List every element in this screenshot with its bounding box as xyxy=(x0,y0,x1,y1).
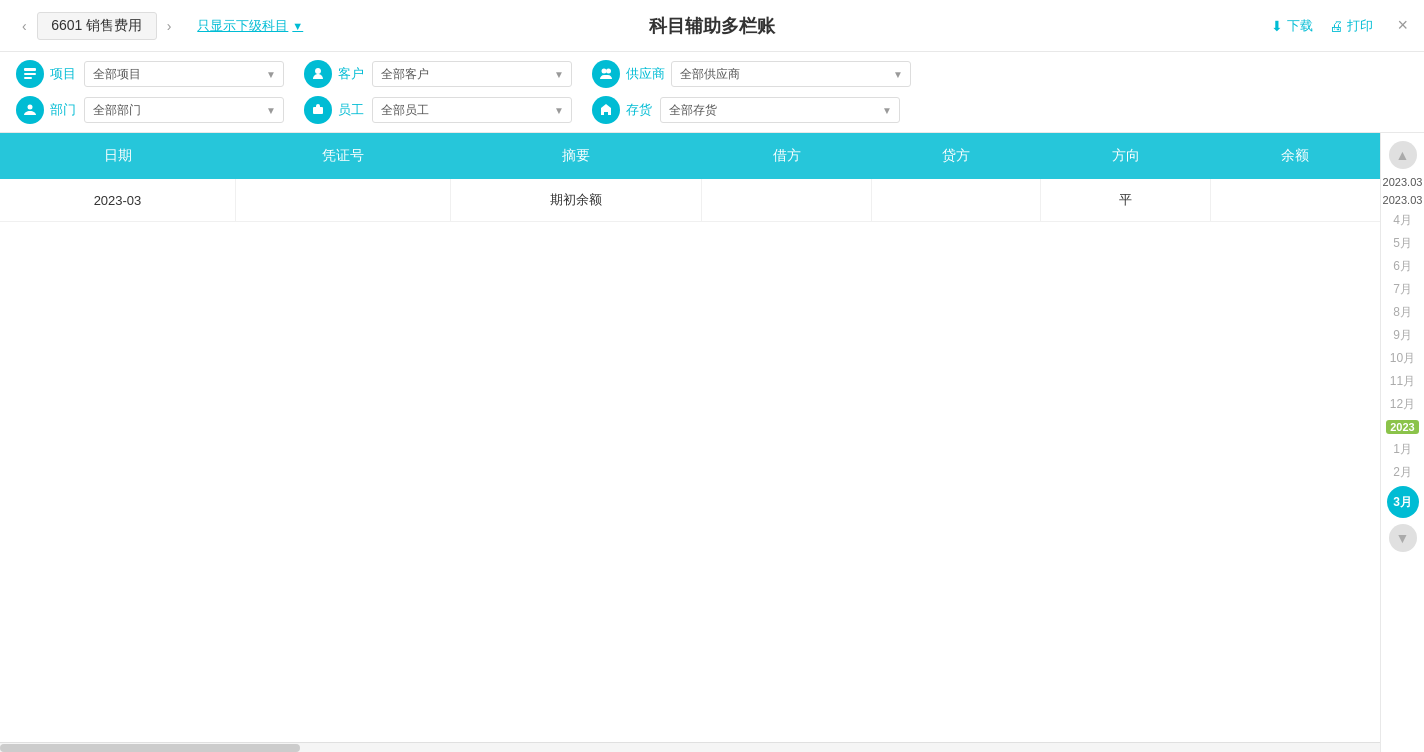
filter-toggle-label: 只显示下级科目 xyxy=(197,17,288,35)
print-button[interactable]: 🖨 打印 xyxy=(1329,17,1373,35)
chevron-down-icon: ▼ xyxy=(292,20,303,32)
year-badge[interactable]: 2023 xyxy=(1386,420,1418,434)
svg-rect-6 xyxy=(313,107,323,114)
svg-rect-0 xyxy=(24,68,36,71)
filter-bar: 项目 全部项目 客户 全部客户 xyxy=(0,52,1424,133)
supplier-icon xyxy=(592,60,620,88)
employee-select-wrapper: 全部员工 xyxy=(372,97,572,123)
filter-toggle-button[interactable]: 只显示下级科目 ▼ xyxy=(197,17,303,35)
sidebar-month-4[interactable]: 4月 xyxy=(1381,209,1424,232)
filter-group-dept: 部门 全部部门 xyxy=(16,96,284,124)
sidebar-period-header-1[interactable]: 2023.03 xyxy=(1381,173,1424,191)
sidebar-active-month[interactable]: 3月 xyxy=(1387,486,1419,518)
sidebar-month-6[interactable]: 6月 xyxy=(1381,255,1424,278)
col-date: 日期 xyxy=(0,133,235,179)
table-header-row: 日期 凭证号 摘要 借方 贷方 方向 余额 xyxy=(0,133,1380,179)
filter-row-1: 项目 全部项目 客户 全部客户 xyxy=(16,60,1408,88)
employee-icon xyxy=(304,96,332,124)
project-label: 项目 xyxy=(50,65,78,83)
sidebar-month-7[interactable]: 7月 xyxy=(1381,278,1424,301)
svg-point-3 xyxy=(602,69,607,74)
nav-prev-button[interactable]: ‹ xyxy=(16,16,33,36)
table-container: 日期 凭证号 摘要 借方 贷方 方向 余额 2023-03 期初余额 xyxy=(0,133,1424,752)
sidebar-month-1[interactable]: 1月 xyxy=(1381,438,1424,461)
sidebar-month-11[interactable]: 11月 xyxy=(1381,370,1424,393)
download-icon: ⬇ xyxy=(1271,18,1283,34)
svg-rect-2 xyxy=(24,77,32,79)
filter-group-customer: 客户 全部客户 xyxy=(304,60,572,88)
inventory-select[interactable]: 全部存货 xyxy=(660,97,900,123)
cell-debit xyxy=(702,179,872,222)
scrollbar-thumb[interactable] xyxy=(0,744,300,752)
top-bar: ‹ 6601 销售费用 › 只显示下级科目 ▼ 科目辅助多栏账 ⬇ 下载 🖨 打… xyxy=(0,0,1424,52)
sidebar-down-arrow[interactable]: ▼ xyxy=(1389,524,1417,552)
supplier-select[interactable]: 全部供应商 xyxy=(671,61,911,87)
employee-select[interactable]: 全部员工 xyxy=(372,97,572,123)
active-month-wrapper: 3月 xyxy=(1387,486,1419,518)
col-debit: 借方 xyxy=(702,133,872,179)
sidebar-month-10[interactable]: 10月 xyxy=(1381,347,1424,370)
filter-group-project: 项目 全部项目 xyxy=(16,60,284,88)
filter-group-inventory: 存货 全部存货 xyxy=(592,96,900,124)
nav-section: ‹ 6601 销售费用 › xyxy=(16,12,177,40)
dept-select-wrapper: 全部部门 xyxy=(84,97,284,123)
sidebar-period-header-2[interactable]: 2023.03 xyxy=(1381,191,1424,209)
inventory-select-wrapper: 全部存货 xyxy=(660,97,900,123)
svg-point-4 xyxy=(606,69,611,74)
project-select[interactable]: 全部项目 xyxy=(84,61,284,87)
dept-label: 部门 xyxy=(50,101,78,119)
horizontal-scrollbar[interactable] xyxy=(0,742,1380,752)
cell-direction: 平 xyxy=(1041,179,1211,222)
sidebar-month-12[interactable]: 12月 xyxy=(1381,393,1424,416)
dept-select[interactable]: 全部部门 xyxy=(84,97,284,123)
print-icon: 🖨 xyxy=(1329,18,1343,34)
sidebar-month-2[interactable]: 2月 xyxy=(1381,461,1424,484)
svg-rect-1 xyxy=(24,73,36,75)
filter-group-employee: 员工 全部员工 xyxy=(304,96,572,124)
cell-balance xyxy=(1210,179,1380,222)
col-balance: 余额 xyxy=(1210,133,1380,179)
customer-select-wrapper: 全部客户 xyxy=(372,61,572,87)
col-summary: 摘要 xyxy=(451,133,702,179)
col-credit: 贷方 xyxy=(871,133,1041,179)
sidebar-up-arrow[interactable]: ▲ xyxy=(1389,141,1417,169)
table-row: 2023-03 期初余额 平 xyxy=(0,179,1380,222)
inventory-label: 存货 xyxy=(626,101,654,119)
nav-next-button[interactable]: › xyxy=(161,16,178,36)
supplier-select-wrapper: 全部供应商 xyxy=(671,61,911,87)
dept-icon xyxy=(16,96,44,124)
print-label: 打印 xyxy=(1347,17,1373,35)
cell-credit xyxy=(871,179,1041,222)
cell-voucher xyxy=(235,179,450,222)
project-icon xyxy=(16,60,44,88)
cell-summary: 期初余额 xyxy=(451,179,702,222)
col-voucher: 凭证号 xyxy=(235,133,450,179)
ledger-table: 日期 凭证号 摘要 借方 贷方 方向 余额 2023-03 期初余额 xyxy=(0,133,1380,222)
main-window: ‹ 6601 销售费用 › 只显示下级科目 ▼ 科目辅助多栏账 ⬇ 下载 🖨 打… xyxy=(0,0,1424,752)
project-select-wrapper: 全部项目 xyxy=(84,61,284,87)
sidebar-month-5[interactable]: 5月 xyxy=(1381,232,1424,255)
download-button[interactable]: ⬇ 下载 xyxy=(1271,17,1313,35)
right-sidebar: ▲ 2023.03 2023.03 4月 5月 6月 7月 8月 9月 10月 … xyxy=(1380,133,1424,752)
close-button[interactable]: × xyxy=(1397,15,1408,36)
employee-label: 员工 xyxy=(338,101,366,119)
filter-group-supplier: 供应商 全部供应商 xyxy=(592,60,911,88)
svg-point-5 xyxy=(28,105,33,110)
customer-label: 客户 xyxy=(338,65,366,83)
account-code: 6601 销售费用 xyxy=(37,12,157,40)
inventory-icon xyxy=(592,96,620,124)
sidebar-month-8[interactable]: 8月 xyxy=(1381,301,1424,324)
sidebar-month-9[interactable]: 9月 xyxy=(1381,324,1424,347)
supplier-label: 供应商 xyxy=(626,65,665,83)
col-direction: 方向 xyxy=(1041,133,1211,179)
customer-select[interactable]: 全部客户 xyxy=(372,61,572,87)
download-label: 下载 xyxy=(1287,17,1313,35)
table-main[interactable]: 日期 凭证号 摘要 借方 贷方 方向 余额 2023-03 期初余额 xyxy=(0,133,1380,752)
year-badge-wrapper: 2023 xyxy=(1386,418,1418,436)
page-title: 科目辅助多栏账 xyxy=(649,14,775,38)
customer-icon xyxy=(304,60,332,88)
top-actions: ⬇ 下载 🖨 打印 × xyxy=(1271,15,1408,36)
filter-row-2: 部门 全部部门 员工 全部员工 xyxy=(16,96,1408,124)
cell-date: 2023-03 xyxy=(0,179,235,222)
